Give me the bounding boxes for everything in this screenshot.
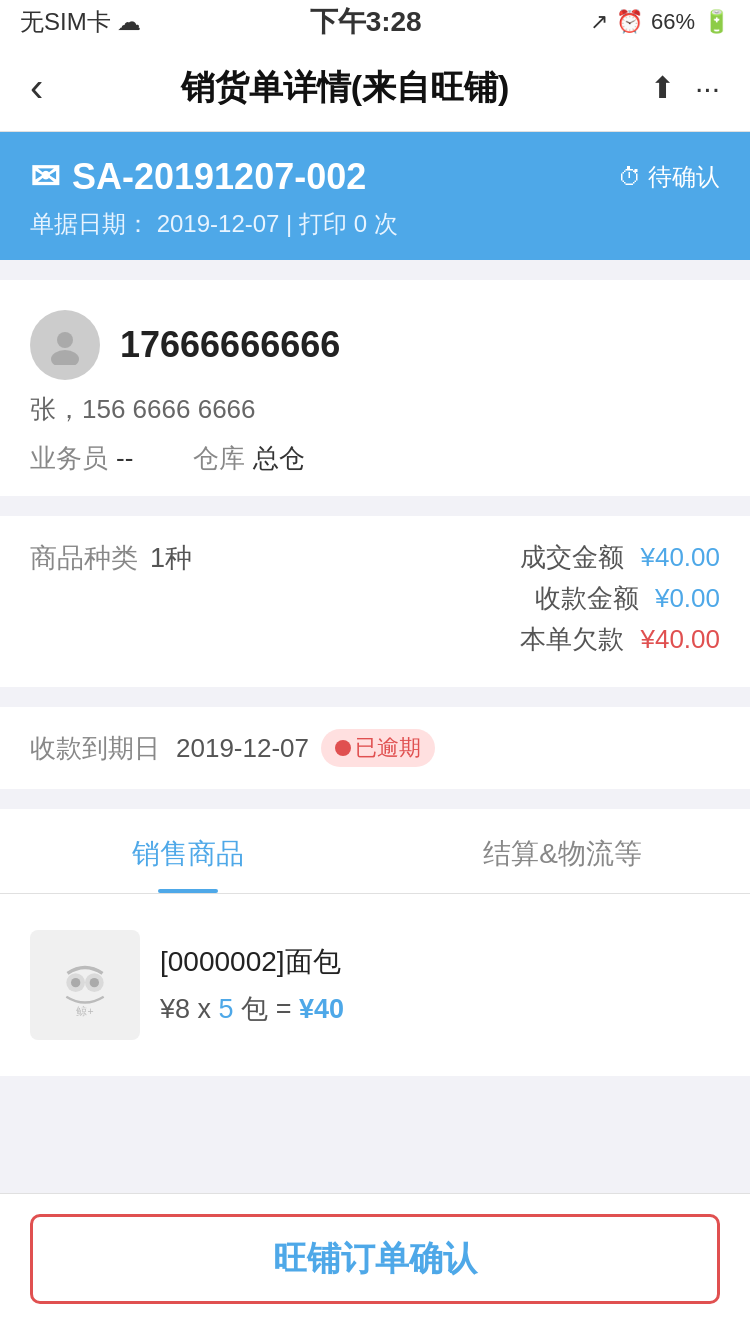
product-name: [0000002]面包	[160, 943, 720, 981]
location-icon: ↗	[590, 9, 608, 35]
order-status: ⏱ 待确认	[618, 161, 720, 193]
tab-settlement[interactable]: 结算&物流等	[375, 809, 750, 893]
svg-point-5	[90, 978, 99, 987]
amount-summary: 成交金额 ¥40.00 收款金额 ¥0.00 本单欠款 ¥40.00	[520, 540, 720, 663]
owed-label: 本单欠款	[520, 622, 624, 657]
tabs-section: 销售商品 结算&物流等 鲸+ [0000002]面包 ¥	[0, 809, 750, 1076]
order-id: ✉ SA-20191207-002	[30, 156, 366, 198]
overdue-dot-icon	[335, 740, 351, 756]
product-total: ¥40	[299, 994, 344, 1024]
customer-name: 张，156 6666 6666	[30, 392, 720, 427]
svg-point-1	[51, 350, 79, 365]
warehouse-label: 仓库	[193, 441, 245, 476]
product-qty: 5	[219, 994, 234, 1024]
received-label: 收款金额	[535, 581, 639, 616]
amount-label: 成交金额	[520, 540, 624, 575]
tab-products[interactable]: 销售商品	[0, 809, 375, 893]
bottom-bar: 旺铺订单确认	[0, 1193, 750, 1334]
status-right: ↗ ⏰ 66% 🔋	[590, 9, 730, 35]
svg-point-4	[71, 978, 80, 987]
customer-meta: 业务员 -- 仓库 总仓	[30, 441, 720, 476]
product-info: [0000002]面包 ¥8 x 5 包 = ¥40	[160, 943, 720, 1027]
sales-label: 业务员	[30, 441, 108, 476]
more-icon[interactable]: ···	[695, 71, 720, 105]
due-date-section: 收款到期日 2019-12-07 已逾期	[0, 707, 750, 789]
status-time: 下午3:28	[310, 3, 422, 41]
tabs-header: 销售商品 结算&物流等	[0, 809, 750, 894]
status-clock-icon: ⏱	[618, 163, 642, 191]
product-thumbnail: 鲸+	[30, 930, 140, 1040]
warehouse-value: 总仓	[253, 441, 305, 476]
received-value: ¥0.00	[655, 583, 720, 614]
product-type-label: 商品种类	[30, 540, 138, 576]
alarm-icon: ⏰	[616, 9, 643, 35]
customer-phone: 17666666666	[120, 324, 340, 366]
product-price: ¥8 x 5 包 = ¥40	[160, 991, 720, 1027]
order-icon: ✉	[30, 156, 60, 198]
sales-value: --	[116, 443, 133, 474]
product-list: 鲸+ [0000002]面包 ¥8 x 5 包 = ¥40	[0, 894, 750, 1076]
battery-icon: 🔋	[703, 9, 730, 35]
customer-card: 17666666666 张，156 6666 6666 业务员 -- 仓库 总仓	[0, 280, 750, 496]
order-date: 单据日期： 2019-12-07 | 打印 0 次	[30, 208, 720, 240]
order-header-card: ✉ SA-20191207-002 ⏱ 待确认 单据日期： 2019-12-07…	[0, 132, 750, 260]
confirm-order-button[interactable]: 旺铺订单确认	[30, 1214, 720, 1304]
status-left: 无SIM卡 ☁	[20, 6, 141, 38]
amount-value: ¥40.00	[640, 542, 720, 573]
share-icon[interactable]: ⬆	[650, 70, 675, 105]
due-value: 2019-12-07	[176, 733, 309, 764]
overdue-badge: 已逾期	[321, 729, 435, 767]
product-type-value: 1种	[150, 540, 192, 576]
owed-value: ¥40.00	[640, 624, 720, 655]
sim-status: 无SIM卡 ☁	[20, 6, 141, 38]
page-title: 销货单详情(来自旺铺)	[90, 65, 600, 111]
due-label: 收款到期日	[30, 731, 160, 766]
svg-point-0	[57, 332, 73, 348]
back-button[interactable]: ‹	[30, 65, 90, 110]
battery-status: 66%	[651, 9, 695, 35]
nav-bar: ‹ 销货单详情(来自旺铺) ⬆ ···	[0, 44, 750, 132]
summary-section: 商品种类 1种 成交金额 ¥40.00 收款金额 ¥0.00 本单欠款 ¥40.…	[0, 516, 750, 687]
svg-text:鲸+: 鲸+	[76, 1005, 93, 1017]
product-item: 鲸+ [0000002]面包 ¥8 x 5 包 = ¥40	[30, 914, 720, 1056]
nav-actions: ⬆ ···	[600, 70, 720, 105]
avatar	[30, 310, 100, 380]
status-bar: 无SIM卡 ☁ 下午3:28 ↗ ⏰ 66% 🔋	[0, 0, 750, 44]
